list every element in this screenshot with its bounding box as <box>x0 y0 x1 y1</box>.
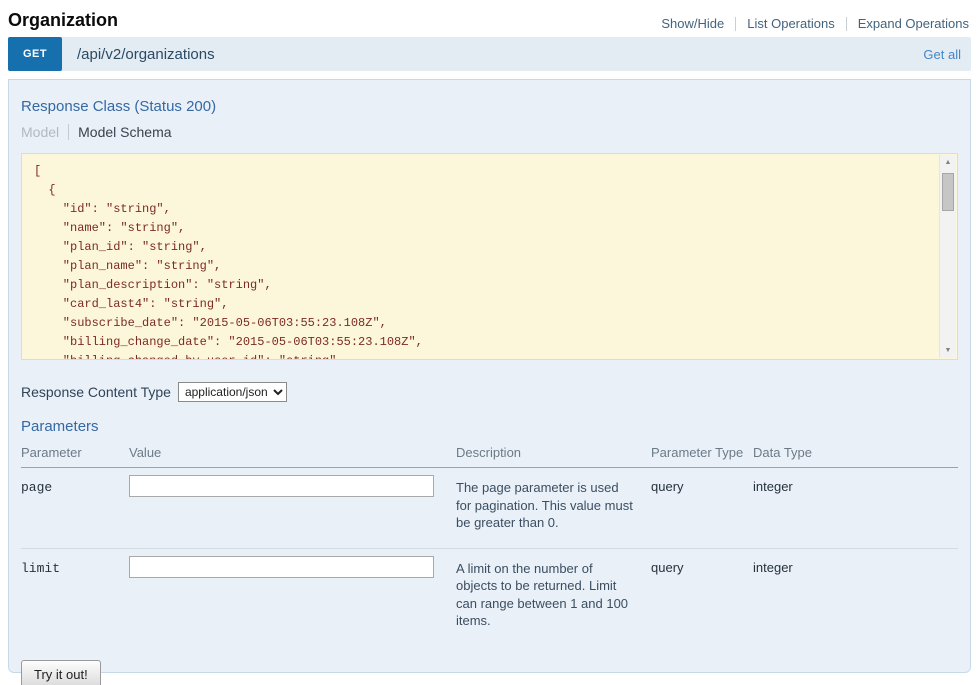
param-description: The page parameter is used for paginatio… <box>456 480 633 530</box>
param-value-cell <box>129 475 456 532</box>
schema-code: [ { "id": "string", "name": "string", "p… <box>34 164 423 359</box>
response-content-type-select[interactable]: application/json <box>177 382 287 402</box>
expand-operations-link[interactable]: Expand Operations <box>858 16 969 31</box>
param-description: A limit on the number of objects to be r… <box>456 560 629 629</box>
page-header: Organization Show/Hide List Operations E… <box>8 6 971 37</box>
response-class-heading: Response Class (Status 200) <box>21 98 217 115</box>
col-header-parameter-type: Parameter Type <box>651 445 744 460</box>
tab-model[interactable]: Model <box>21 124 59 140</box>
header-links: Show/Hide List Operations Expand Operati… <box>661 16 969 31</box>
model-schema-snippet: [ { "id": "string", "name": "string", "p… <box>21 153 958 360</box>
tab-divider <box>68 124 70 140</box>
get-all-link[interactable]: Get all <box>923 47 961 62</box>
page-value-input[interactable] <box>129 475 434 497</box>
code-scrollbar[interactable]: ▲ ▼ <box>939 155 956 358</box>
col-header-data-type: Data Type <box>753 445 813 460</box>
col-header-value: Value <box>129 445 162 460</box>
schema-tabs: Model Model Schema <box>21 124 958 140</box>
col-header-description: Description <box>456 445 522 460</box>
response-content-type-row: Response Content Type application/json <box>21 382 958 402</box>
page: Organization Show/Hide List Operations E… <box>0 0 979 685</box>
param-data-type: integer <box>753 479 793 494</box>
parameters-heading: Parameters <box>21 418 99 435</box>
http-method-badge[interactable]: GET <box>8 37 62 71</box>
link-separator <box>735 16 737 31</box>
operation-panel: Response Class (Status 200) Model Model … <box>8 79 971 685</box>
try-it-out-button[interactable]: Try it out! <box>21 659 101 685</box>
param-row-limit: limit A limit on the number of objects t… <box>21 547 958 646</box>
response-content-type-label: Response Content Type <box>21 384 171 400</box>
scroll-down-icon[interactable]: ▼ <box>940 343 956 358</box>
parameters-table: Parameter Value Description Parameter Ty… <box>21 445 958 646</box>
limit-value-input[interactable] <box>129 555 434 578</box>
parameters-table-header: Parameter Value Description Parameter Ty… <box>21 445 958 468</box>
param-name: page <box>21 480 53 495</box>
param-type: query <box>651 479 684 494</box>
param-type: query <box>651 559 684 575</box>
show-hide-link[interactable]: Show/Hide <box>661 16 724 31</box>
param-data-type: integer <box>753 559 793 575</box>
scrollbar-thumb[interactable] <box>942 173 954 211</box>
param-row-page: page The page parameter is used for pagi… <box>21 468 958 548</box>
endpoint-path-link[interactable]: /api/v2/organizations <box>77 46 215 63</box>
param-name: limit <box>21 560 61 576</box>
list-operations-link[interactable]: List Operations <box>747 16 834 31</box>
param-value-cell <box>129 555 456 630</box>
endpoint-bar: GET /api/v2/organizations Get all <box>8 37 971 71</box>
scroll-up-icon[interactable]: ▲ <box>940 155 956 170</box>
page-title: Organization <box>8 10 119 30</box>
col-header-parameter: Parameter <box>21 445 82 460</box>
tab-model-schema[interactable]: Model Schema <box>78 124 171 140</box>
link-separator <box>845 16 847 31</box>
